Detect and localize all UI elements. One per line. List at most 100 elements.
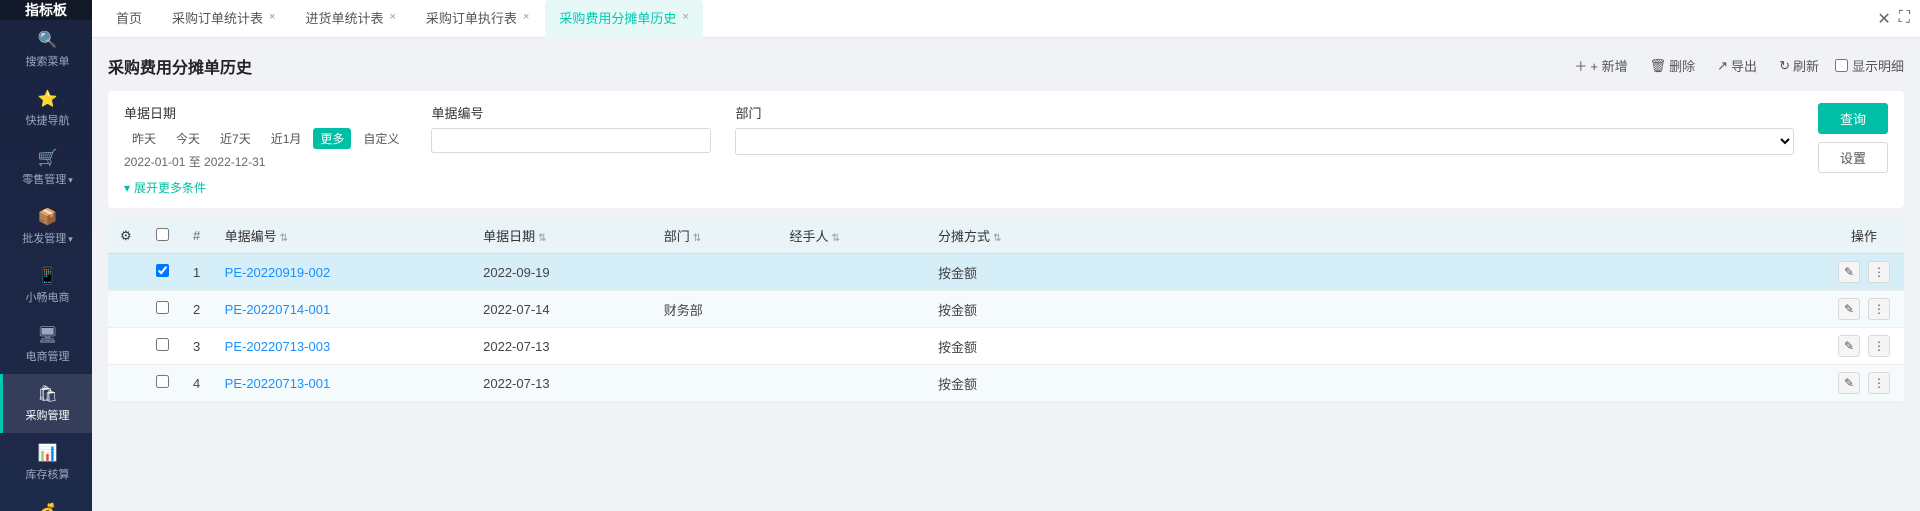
more-action-icon[interactable]: ⋮: [1868, 335, 1890, 357]
td-action: ✎ ⋮: [1824, 365, 1904, 402]
date-btn-1month[interactable]: 近1月: [263, 128, 310, 149]
sidebar-item-mini[interactable]: 📱小畅电商: [0, 256, 92, 315]
sidebar-item-purchase[interactable]: 🛍采购管理: [0, 374, 92, 433]
td-checkbox[interactable]: [144, 254, 181, 291]
date-buttons: 昨天 今天 近7天 近1月 更多 自定义: [124, 128, 407, 149]
tab-close-incoming-stats[interactable]: ×: [389, 12, 395, 23]
more-action-icon[interactable]: ⋮: [1868, 261, 1890, 283]
edit-action-icon[interactable]: ✎: [1838, 261, 1860, 283]
td-doc-no[interactable]: PE-20220713-001: [213, 365, 471, 402]
th-doc-date-label: 单据日期: [483, 229, 535, 244]
refresh-button[interactable]: ↻ 刷新: [1773, 52, 1825, 79]
doc-no-link[interactable]: PE-20220713-001: [225, 376, 331, 391]
sidebar-item-retail[interactable]: 🛒零售管理▾: [0, 138, 92, 197]
show-columns-input[interactable]: [1835, 59, 1848, 72]
table-row[interactable]: 2 PE-20220714-001 2022-07-14 财务部 按金额 ✎ ⋮: [108, 291, 1904, 328]
row-checkbox[interactable]: [156, 375, 169, 388]
doc-no-link[interactable]: PE-20220713-003: [225, 339, 331, 354]
th-dept[interactable]: 部门⇅: [652, 218, 778, 254]
th-doc-date[interactable]: 单据日期⇅: [471, 218, 652, 254]
close-all-tabs-icon[interactable]: ✕: [1877, 9, 1890, 29]
more-action-icon[interactable]: ⋮: [1868, 372, 1890, 394]
export-icon: ↗: [1717, 58, 1728, 74]
doc-no-link[interactable]: PE-20220714-001: [225, 302, 331, 317]
th-handler[interactable]: 经手人⇅: [777, 218, 926, 254]
delete-button[interactable]: 🗑 删除: [1644, 52, 1702, 79]
sidebar-label-purchase: 采购管理: [7, 407, 88, 423]
td-handler: [777, 328, 926, 365]
sidebar-item-wholesale[interactable]: 📦批发管理▾: [0, 197, 92, 256]
setting-button[interactable]: 设置: [1818, 142, 1888, 173]
td-checkbox[interactable]: [144, 328, 181, 365]
table-row[interactable]: 3 PE-20220713-003 2022-07-13 按金额 ✎ ⋮: [108, 328, 1904, 365]
td-handler: [777, 291, 926, 328]
date-btn-more[interactable]: 更多: [313, 128, 351, 149]
query-button[interactable]: 查询: [1818, 103, 1888, 134]
show-columns-checkbox[interactable]: 显示明细: [1835, 56, 1904, 75]
td-doc-date: 2022-07-13: [471, 365, 652, 402]
sidebar-item-search[interactable]: 🔍搜索菜单: [0, 20, 92, 79]
sidebar-item-finance[interactable]: 💰资金管理: [0, 492, 92, 511]
toolbar: ＋ + 新增 🗑 删除 ↗ 导出 ↻ 刷新 显示明细: [1568, 52, 1904, 79]
date-range-text: 2022-01-01 至 2022-12-31: [124, 153, 407, 170]
data-table-wrap: ⚙ # 单据编号⇅ 单据日期⇅ 部门⇅ 经手人⇅ 分摊方式⇅ 操作 1 PE-2…: [108, 218, 1904, 402]
tab-close-purchase-cost[interactable]: ×: [682, 12, 688, 23]
td-doc-no[interactable]: PE-20220713-003: [213, 328, 471, 365]
table-row[interactable]: 1 PE-20220919-002 2022-09-19 按金额 ✎ ⋮: [108, 254, 1904, 291]
page-header: 采购费用分摊单历史 ＋ + 新增 🗑 删除 ↗ 导出 ↻ 刷新: [108, 52, 1904, 79]
tab-label-home: 首页: [116, 8, 142, 27]
tab-purchase-cost[interactable]: 采购费用分摊单历史 ×: [545, 0, 702, 38]
add-button[interactable]: ＋ + 新增: [1568, 52, 1633, 79]
fullscreen-icon[interactable]: ⛶: [1899, 9, 1910, 29]
tab-incoming-stats[interactable]: 进货单统计表 ×: [291, 0, 409, 38]
td-split-method: 按金额: [926, 365, 1824, 402]
sidebar-logo: 指标板: [0, 0, 92, 20]
table-row[interactable]: 4 PE-20220713-001 2022-07-13 按金额 ✎ ⋮: [108, 365, 1904, 402]
date-btn-yesterday[interactable]: 昨天: [124, 128, 164, 149]
th-checkbox[interactable]: [144, 218, 181, 254]
dept-select[interactable]: [735, 128, 1794, 155]
date-btn-7days[interactable]: 近7天: [212, 128, 259, 149]
tab-close-purchase-order-stats[interactable]: ×: [269, 12, 275, 23]
th-doc-no[interactable]: 单据编号⇅: [213, 218, 471, 254]
tab-purchase-order-exec[interactable]: 采购订单执行表×: [412, 0, 543, 38]
doc-no-input[interactable]: [431, 128, 711, 153]
sidebar-item-quicknav[interactable]: ⭐快捷导航: [0, 79, 92, 138]
th-split-method[interactable]: 分摊方式⇅: [926, 218, 1824, 254]
row-checkbox[interactable]: [156, 301, 169, 314]
edit-action-icon[interactable]: ✎: [1838, 372, 1860, 394]
td-dept: [652, 328, 778, 365]
sidebar-item-inventory[interactable]: 📊库存核算: [0, 433, 92, 492]
select-all-checkbox[interactable]: [156, 228, 169, 241]
more-action-icon[interactable]: ⋮: [1868, 298, 1890, 320]
row-checkbox[interactable]: [156, 264, 169, 277]
edit-action-icon[interactable]: ✎: [1838, 335, 1860, 357]
dept-label: 部门: [735, 103, 1794, 122]
th-settings[interactable]: ⚙: [108, 218, 144, 254]
edit-action-icon[interactable]: ✎: [1838, 298, 1860, 320]
td-checkbox[interactable]: [144, 365, 181, 402]
td-dept: [652, 254, 778, 291]
tab-purchase-order-stats[interactable]: 采购订单统计表×: [158, 0, 289, 38]
sidebar-label-quicknav: 快捷导航: [7, 112, 88, 128]
tab-label-incoming-stats: 进货单统计表: [305, 8, 383, 27]
td-settings: [108, 254, 144, 291]
tab-bar: 首页采购订单统计表×进货单统计表×采购订单执行表×采购费用分摊单历史× ✕ ⛶: [92, 0, 1920, 38]
td-action: ✎ ⋮: [1824, 254, 1904, 291]
sidebar-item-ecommerce[interactable]: 🖥电商管理: [0, 315, 92, 374]
sidebar-label-mini: 小畅电商: [7, 289, 88, 305]
expand-more-button[interactable]: ▾ 展开更多条件: [124, 179, 206, 196]
export-button[interactable]: ↗ 导出: [1711, 52, 1763, 79]
sidebar-label-wholesale: 批发管理▾: [7, 230, 88, 246]
td-doc-no[interactable]: PE-20220714-001: [213, 291, 471, 328]
date-btn-today[interactable]: 今天: [168, 128, 208, 149]
date-btn-custom[interactable]: 自定义: [355, 128, 407, 149]
tab-label-purchase-cost: 采购费用分摊单历史: [559, 8, 676, 27]
date-filter-group: 单据日期 昨天 今天 近7天 近1月 更多 自定义 2022-01-01 至 2…: [124, 103, 407, 170]
td-doc-no[interactable]: PE-20220919-002: [213, 254, 471, 291]
row-checkbox[interactable]: [156, 338, 169, 351]
tab-home[interactable]: 首页: [102, 0, 156, 38]
tab-close-purchase-order-exec[interactable]: ×: [523, 12, 529, 23]
doc-no-link[interactable]: PE-20220919-002: [225, 265, 331, 280]
td-checkbox[interactable]: [144, 291, 181, 328]
